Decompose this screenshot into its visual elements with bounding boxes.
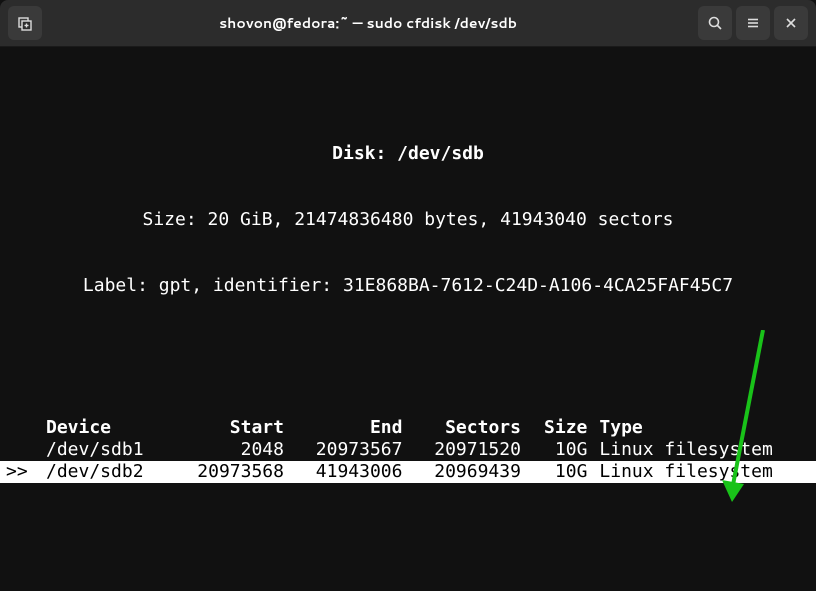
row-marker xyxy=(0,439,40,461)
disk-line: Disk: /dev/sdb xyxy=(0,143,816,165)
cell-device: /dev/sdb1 xyxy=(40,439,172,461)
label-line: Label: gpt, identifier: 31E868BA-7612-C2… xyxy=(0,275,816,297)
col-type: Type xyxy=(593,417,816,439)
col-end: End xyxy=(290,417,408,439)
search-icon xyxy=(707,15,723,31)
table-row[interactable]: /dev/sdb12048209735672097152010GLinux fi… xyxy=(0,439,816,461)
close-button[interactable] xyxy=(774,6,808,40)
hamburger-icon xyxy=(745,15,761,31)
cell-end: 20973567 xyxy=(290,439,408,461)
row-marker: >> xyxy=(0,461,40,483)
window-title: shovon@fedora:~ — sudo cfdisk /dev/sdb xyxy=(42,13,694,33)
cell-type: Linux filesystem xyxy=(593,461,816,483)
col-sectors: Sectors xyxy=(408,417,526,439)
new-tab-button[interactable] xyxy=(8,6,42,40)
cell-start: 20973568 xyxy=(172,461,290,483)
cell-sectors: 20971520 xyxy=(408,439,526,461)
close-icon xyxy=(783,15,799,31)
col-size: Size xyxy=(527,417,593,439)
partition-header-row: Device Start End Sectors Size Type xyxy=(0,417,816,439)
partition-table: Device Start End Sectors Size Type /dev/… xyxy=(0,417,816,483)
cell-device: /dev/sdb2 xyxy=(40,461,172,483)
size-line: Size: 20 GiB, 21474836480 bytes, 4194304… xyxy=(0,209,816,231)
titlebar: shovon@fedora:~ — sudo cfdisk /dev/sdb xyxy=(0,0,816,47)
cell-end: 41943006 xyxy=(290,461,408,483)
table-row[interactable]: >>/dev/sdb220973568419430062096943910GLi… xyxy=(0,461,816,483)
disk-header: Disk: /dev/sdb Size: 20 GiB, 21474836480… xyxy=(0,99,816,341)
cell-size: 10G xyxy=(527,461,593,483)
cell-size: 10G xyxy=(527,439,593,461)
terminal-content: Disk: /dev/sdb Size: 20 GiB, 21474836480… xyxy=(0,47,816,591)
search-button[interactable] xyxy=(698,6,732,40)
cell-start: 2048 xyxy=(172,439,290,461)
col-device: Device xyxy=(40,417,172,439)
cell-type: Linux filesystem xyxy=(593,439,816,461)
cell-sectors: 20969439 xyxy=(408,461,526,483)
menu-button[interactable] xyxy=(736,6,770,40)
col-start: Start xyxy=(172,417,290,439)
new-tab-icon xyxy=(17,15,33,31)
